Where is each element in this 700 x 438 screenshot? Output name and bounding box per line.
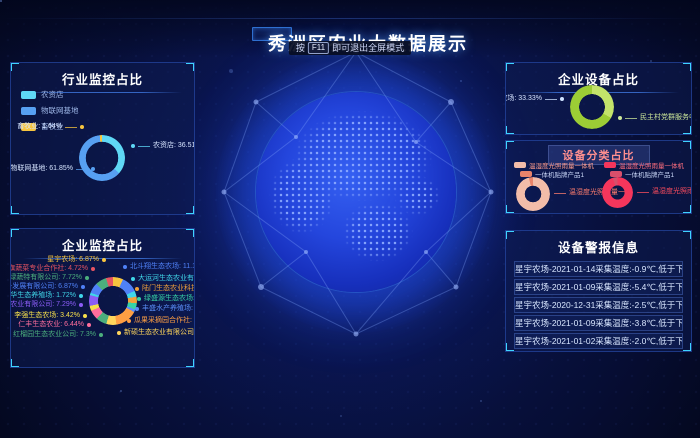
alarm-row: 星宇农场-2021-01-09采集温度:-5.4℃,低于下限:0℃ (514, 279, 683, 295)
legend-label: 物联网基地 (41, 105, 79, 116)
panel-title-industry: 行业监控占比 (11, 69, 194, 88)
leader-line (554, 193, 566, 194)
alarm-row: 星宇农场-2021-01-14采集温度:-0.9℃,低于下限:0℃ (514, 261, 683, 277)
callout-dot (135, 287, 139, 291)
callout-label: 陆门生态农业科技有限公 (135, 285, 195, 293)
globe-network-mesh (206, 42, 506, 342)
callout-text: 丰盛水产养殖场: 1. (142, 305, 195, 313)
callout-text: 北斗翔生态农场: 11.16% (130, 263, 195, 271)
f11-key-badge: F11 (308, 42, 329, 54)
callout-text: 新硕生态农业有限公司: 6.87% (124, 329, 195, 337)
callout-label: 物联网基地: 61.85% (10, 165, 95, 173)
enterprise-right-callouts: 北斗翔生态农场: 11.16% 大运河生态农业有限责任公陆门生态农业科技有限公绿盛… (11, 229, 194, 367)
legend-swatch (21, 91, 36, 99)
callout-text: 绿盛源生态农场: 4.29% (144, 295, 195, 303)
callout-text: 大运河生态农业有限责任公 (138, 275, 195, 283)
callout-dot (137, 297, 141, 301)
callout-label: 北斗翔生态农场: 11.16% (123, 263, 195, 271)
leader-line (625, 118, 637, 119)
device-class-left-donut[interactable] (516, 177, 550, 211)
panel-industry-share: 行业监控占比 农资店物联网基地畜牧业 畜牧业: 1.64% 农资店: 36.51… (10, 62, 195, 215)
callout-label: 丰盛水产养殖场: 1. (135, 305, 195, 313)
device-class-right-donut[interactable] (602, 177, 633, 208)
callout-text: 瓜果采摘园合作社: 15.02% (134, 317, 195, 325)
leader-line (65, 127, 77, 128)
alarm-row: 星宇农场-2021-01-02采集温度:-2.0℃,低于下限:0℃ (514, 333, 683, 349)
header-divider-line (0, 18, 700, 19)
callout-label: 新硕生态农业有限公司: 6.87% (117, 329, 195, 337)
callout-label: 农资店: 36.51% (131, 142, 195, 150)
leader-line (138, 146, 150, 147)
callout-label: 大运河生态农业有限责任公 (131, 275, 195, 283)
callout-label: 星宇农场: 33.33% (505, 95, 564, 103)
alarm-list: 星宇农场-2021-01-14采集温度:-0.9℃,低于下限:0℃ 星宇农场-20… (506, 261, 691, 352)
callout-label: 温湿度光照雨量一 (637, 188, 692, 196)
callout-dot (127, 319, 131, 323)
callout-dot (91, 167, 95, 171)
legend-swatch (604, 162, 616, 168)
callout-label: 民主村党群服务中心: (618, 114, 692, 122)
panel-alarms: 设备警报信息 星宇农场-2021-01-14采集温度:-0.9℃,低于下限:0℃… (505, 230, 692, 352)
alarm-row: 星宇农场-2021-01-09采集温度:-3.8℃,低于下限:0℃ (514, 315, 683, 331)
hint-prefix: 按 (296, 43, 305, 53)
callout-dot (131, 144, 135, 148)
panel-device-class: 设备分类占比 温湿度光照雨量一体机 一体机贴牌产品1 温湿度光照雨量一 温湿度光… (505, 140, 692, 214)
callout-label: 畜牧业: 1.64% (17, 123, 84, 131)
callout-label: 瓜果采摘园合作社: 15.02% (127, 317, 195, 325)
alarm-row: 星宇农场-2020-12-31采集温度:-2.5℃,低于下限:0℃ (514, 297, 683, 313)
dashboard-stage: 秀洲区农业大数据展示 按F11即可退出全屏模式 行业监控占比 农资店物联网基地畜… (0, 0, 700, 438)
callout-dot (618, 116, 622, 120)
callout-dot (131, 277, 135, 281)
callout-dot (135, 307, 139, 311)
legend-item[interactable]: 物联网基地 (21, 105, 79, 116)
hint-suffix: 即可退出全屏模式 (332, 43, 404, 53)
leader-line (76, 169, 88, 170)
alarm-row: 星宇农场-2021-01-09采集温度:-0.9℃,低于下限:0℃ (514, 351, 683, 352)
legend-label: 农资店 (41, 89, 64, 100)
leader-line (545, 99, 557, 100)
panel-device-share: 企业设备占比 星宇农场: 33.33% 民主村党群服务中心: (505, 62, 692, 135)
leader-line (637, 192, 649, 193)
industry-donut-chart[interactable] (79, 135, 125, 181)
legend-swatch (520, 171, 532, 177)
callout-text: 陆门生态农业科技有限公 (142, 285, 195, 293)
callout-dot (123, 265, 127, 269)
callout-label: 绿盛源生态农场: 4.29% (137, 295, 195, 303)
fullscreen-hint: 按F11即可退出全屏模式 (289, 41, 411, 55)
callout-dot (80, 125, 84, 129)
callout-dot (560, 97, 564, 101)
legend-swatch (514, 162, 526, 168)
callout-dot (117, 331, 121, 335)
panel-enterprise-share: 企业监控占比 星宇农场: 6.87%红旗蔬菜专业合作社: 4.72%家绿蔬特有限… (10, 228, 195, 368)
panel-title-alarms: 设备警报信息 (506, 237, 691, 256)
background-particles (0, 0, 2, 2)
device-share-donut-chart[interactable] (570, 85, 614, 129)
legend-item[interactable]: 农资店 (21, 89, 79, 100)
legend-swatch (21, 107, 36, 115)
